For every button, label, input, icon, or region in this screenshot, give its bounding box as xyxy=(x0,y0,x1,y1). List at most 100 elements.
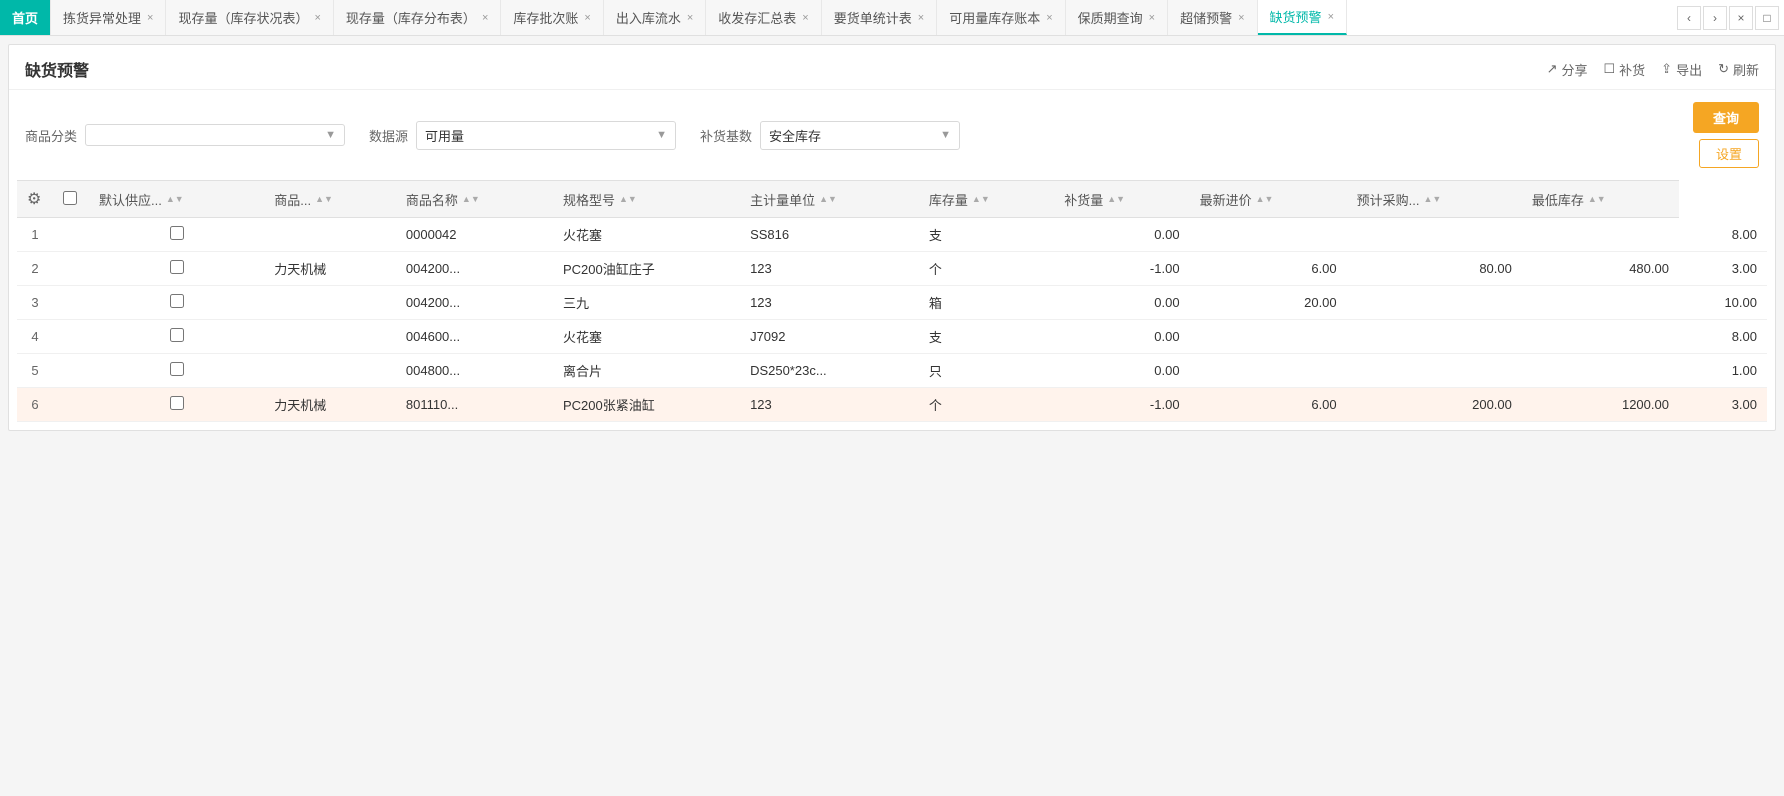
category-select[interactable]: ▼ xyxy=(85,124,345,146)
col-checkbox xyxy=(53,181,89,218)
table-row: 2 力天机械 004200... PC200油缸庄子 123 个 -1.00 6… xyxy=(17,252,1767,286)
export-button[interactable]: ⇪ 导出 xyxy=(1661,60,1702,79)
tab-abnormal[interactable]: 拣货异常处理 × xyxy=(51,0,166,35)
row-settings-cell xyxy=(53,218,89,252)
row-checkbox-1[interactable] xyxy=(170,226,184,240)
tab-close-shortage[interactable]: × xyxy=(1328,11,1334,23)
sort-icon-price[interactable]: ▲▼ xyxy=(1256,195,1274,204)
row-stock-qty: 0.00 xyxy=(1054,354,1189,388)
tab-expiry[interactable]: 保质期查询 × xyxy=(1066,0,1168,35)
sort-icon-replenish[interactable]: ▲▼ xyxy=(1107,195,1125,204)
tab-collect-summary[interactable]: 收发存汇总表 × xyxy=(706,0,821,35)
col-min-stock: 最低库存 ▲▼ xyxy=(1522,181,1679,218)
col-default-supplier: 默认供应... ▲▼ xyxy=(89,181,264,218)
sort-icon-unit[interactable]: ▲▼ xyxy=(819,195,837,204)
tab-bar: 首页 拣货异常处理 × 现存量（库存状况表） × 现存量（库存分布表） × 库存… xyxy=(0,0,1784,36)
tab-close-batch-account[interactable]: × xyxy=(584,12,590,24)
tab-home[interactable]: 首页 xyxy=(0,0,51,35)
tab-nav-controls: ‹ › × □ xyxy=(1672,6,1784,30)
sort-icon-spec[interactable]: ▲▼ xyxy=(619,195,637,204)
tab-inout-flow[interactable]: 出入库流水 × xyxy=(604,0,706,35)
header-actions: ↗ 分享 ☐ 补货 ⇪ 导出 ↻ 刷新 xyxy=(1547,60,1759,79)
row-est-purchase xyxy=(1522,218,1679,252)
replenish-base-dropdown-icon: ▼ xyxy=(940,129,951,141)
row-settings-cell xyxy=(53,286,89,320)
row-replenish-qty: 6.00 xyxy=(1190,388,1347,422)
row-unit: 只 xyxy=(919,354,1054,388)
col-goods-code: 商品... ▲▼ xyxy=(264,181,396,218)
row-settings-cell xyxy=(53,320,89,354)
table-body: 1 0000042 火花塞 SS816 支 0.00 8.00 2 力天机械 0… xyxy=(17,218,1767,422)
tab-close-order-stats[interactable]: × xyxy=(918,12,924,24)
sort-icon-supplier[interactable]: ▲▼ xyxy=(166,195,184,204)
tab-close-avail-ledger[interactable]: × xyxy=(1046,12,1052,24)
tab-close-inventory-status[interactable]: × xyxy=(314,12,320,24)
datasource-label: 数据源 xyxy=(369,126,408,145)
row-est-purchase xyxy=(1522,286,1679,320)
table-header-row: ⚙ 默认供应... ▲▼ 商品... ▲▼ xyxy=(17,181,1767,218)
row-supplier xyxy=(264,218,396,252)
row-checkbox-cell xyxy=(89,388,264,422)
row-est-purchase xyxy=(1522,320,1679,354)
tab-inventory-status[interactable]: 现存量（库存状况表） × xyxy=(166,0,333,35)
replenish-button[interactable]: ☐ 补货 xyxy=(1603,60,1645,79)
sort-icon-min[interactable]: ▲▼ xyxy=(1588,195,1606,204)
sort-icon-stock[interactable]: ▲▼ xyxy=(972,195,990,204)
tab-close-inout-flow[interactable]: × xyxy=(687,12,693,24)
sort-icon-est[interactable]: ▲▼ xyxy=(1424,195,1442,204)
row-stock-qty: 0.00 xyxy=(1054,218,1189,252)
share-button[interactable]: ↗ 分享 xyxy=(1547,60,1588,79)
row-checkbox-5[interactable] xyxy=(170,362,184,376)
row-replenish-qty: 6.00 xyxy=(1190,252,1347,286)
tab-close-expiry[interactable]: × xyxy=(1149,12,1155,24)
sort-icon-name[interactable]: ▲▼ xyxy=(462,195,480,204)
tab-close-overstock[interactable]: × xyxy=(1238,12,1244,24)
datasource-select-value: 可用量 xyxy=(425,126,464,145)
tab-batch-account[interactable]: 库存批次账 × xyxy=(501,0,603,35)
refresh-button[interactable]: ↻ 刷新 xyxy=(1718,60,1759,79)
settings-button[interactable]: 设置 xyxy=(1699,139,1759,168)
row-goods-code: 004200... xyxy=(396,286,553,320)
tab-shortage[interactable]: 缺货预警 × xyxy=(1258,0,1347,35)
row-est-purchase: 1200.00 xyxy=(1522,388,1679,422)
tab-scroll-left[interactable]: ‹ xyxy=(1677,6,1701,30)
tab-scroll-right[interactable]: › xyxy=(1703,6,1727,30)
replenish-base-filter-group: 补货基数 安全库存 ▼ xyxy=(700,121,960,150)
row-unit: 支 xyxy=(919,218,1054,252)
replenish-icon: ☐ xyxy=(1603,61,1615,77)
row-checkbox-cell xyxy=(89,252,264,286)
tab-close-inventory-dist[interactable]: × xyxy=(482,12,488,24)
row-checkbox-6[interactable] xyxy=(170,396,184,410)
tab-avail-ledger[interactable]: 可用量库存账本 × xyxy=(937,0,1065,35)
row-min-stock: 10.00 xyxy=(1679,286,1767,320)
row-index: 4 xyxy=(17,320,53,354)
row-settings-cell xyxy=(53,354,89,388)
query-button[interactable]: 查询 xyxy=(1693,102,1759,133)
page-container: 缺货预警 ↗ 分享 ☐ 补货 ⇪ 导出 ↻ 刷新 商品分类 xyxy=(8,44,1776,431)
datasource-select[interactable]: 可用量 ▼ xyxy=(416,121,676,150)
row-checkbox-cell xyxy=(89,320,264,354)
tab-maximize[interactable]: □ xyxy=(1755,6,1779,30)
tab-close-collect-summary[interactable]: × xyxy=(802,12,808,24)
table-container: ⚙ 默认供应... ▲▼ 商品... ▲▼ xyxy=(9,180,1775,430)
row-checkbox-4[interactable] xyxy=(170,328,184,342)
category-label: 商品分类 xyxy=(25,126,77,145)
tab-order-stats[interactable]: 要货单统计表 × xyxy=(822,0,937,35)
tab-overstock[interactable]: 超储预警 × xyxy=(1168,0,1257,35)
tab-inventory-dist[interactable]: 现存量（库存分布表） × xyxy=(334,0,501,35)
select-all-checkbox[interactable] xyxy=(63,191,77,205)
refresh-icon: ↻ xyxy=(1718,61,1729,77)
row-checkbox-3[interactable] xyxy=(170,294,184,308)
row-settings-cell xyxy=(53,388,89,422)
row-supplier xyxy=(264,320,396,354)
settings-gear-icon[interactable]: ⚙ xyxy=(27,191,41,208)
tab-close-all[interactable]: × xyxy=(1729,6,1753,30)
row-unit: 个 xyxy=(919,252,1054,286)
row-index: 3 xyxy=(17,286,53,320)
sort-icon-code[interactable]: ▲▼ xyxy=(315,195,333,204)
row-checkbox-2[interactable] xyxy=(170,260,184,274)
row-spec: 123 xyxy=(740,252,919,286)
tab-close-abnormal[interactable]: × xyxy=(147,12,153,24)
row-latest-price: 80.00 xyxy=(1347,252,1522,286)
replenish-base-select[interactable]: 安全库存 ▼ xyxy=(760,121,960,150)
